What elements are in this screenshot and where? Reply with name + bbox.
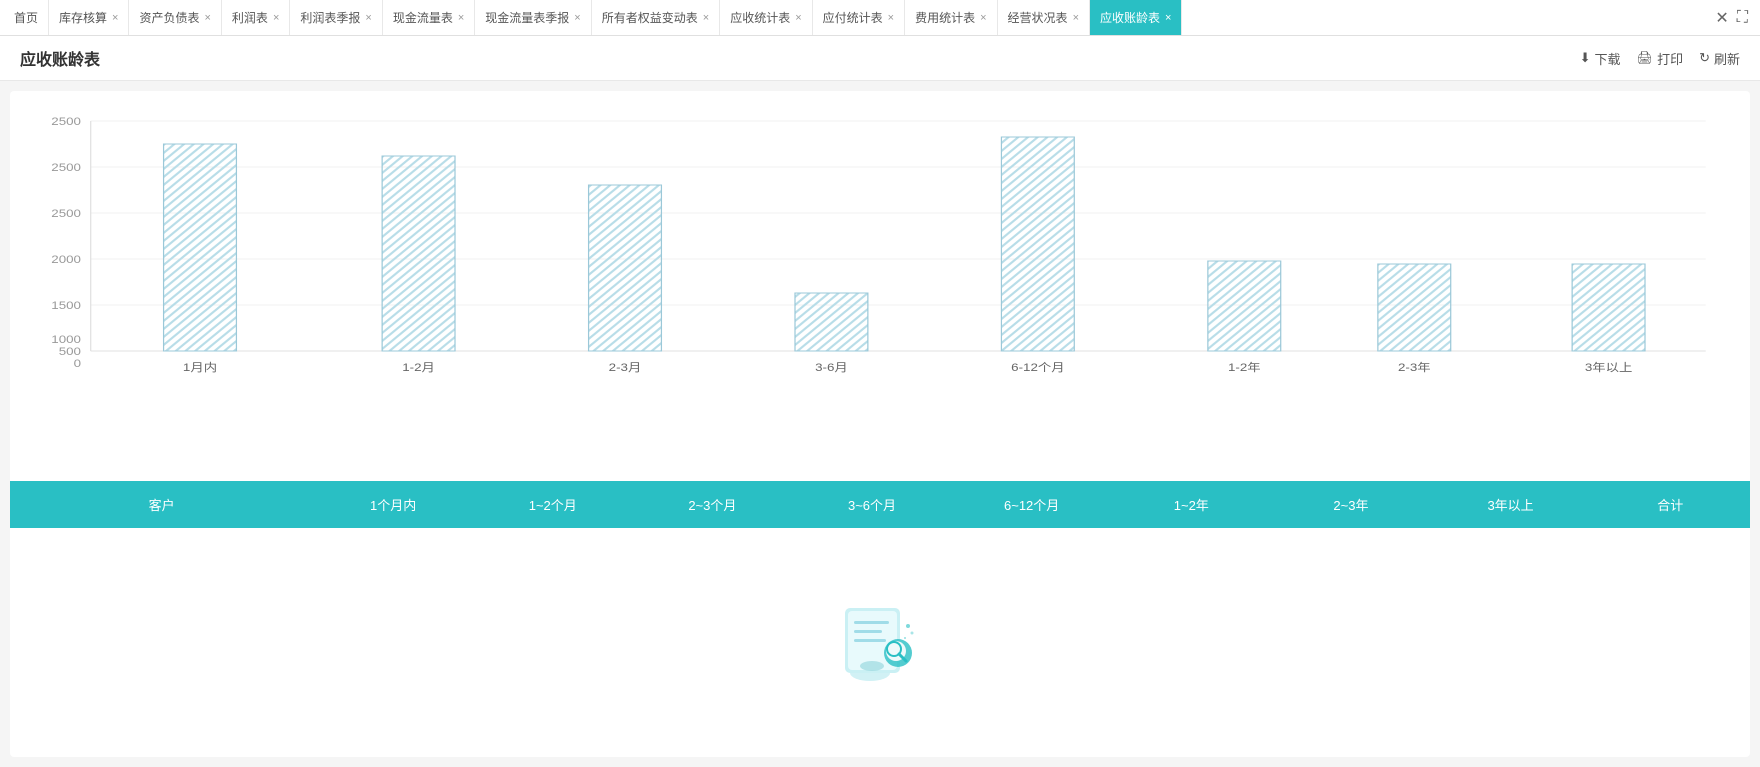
window-maximize-button[interactable]: ⛶	[1737, 9, 1748, 27]
empty-document-icon	[830, 588, 930, 688]
main-content: 2500 2500 2500 2000 1500 1000 500 0	[10, 91, 1750, 757]
tab-cashflow[interactable]: 现金流量表 ×	[383, 0, 475, 36]
bar-chart: 2500 2500 2500 2000 1500 1000 500 0	[30, 111, 1730, 391]
svg-text:2-3月: 2-3月	[609, 361, 642, 374]
tab-close-ar-stat[interactable]: ×	[795, 12, 801, 24]
tab-close-cashflow-quarterly[interactable]: ×	[574, 12, 580, 24]
svg-text:500: 500	[59, 345, 81, 358]
tab-close-equity[interactable]: ×	[703, 12, 709, 24]
tab-close-cashflow[interactable]: ×	[458, 12, 464, 24]
tab-close-inventory[interactable]: ×	[112, 12, 118, 24]
window-close-button[interactable]: ✕	[1715, 8, 1728, 28]
svg-text:2500: 2500	[51, 207, 81, 220]
tab-close-profit[interactable]: ×	[273, 12, 279, 24]
tab-home[interactable]: 首页	[4, 0, 49, 36]
tab-close-ap-stat[interactable]: ×	[888, 12, 894, 24]
window-controls: ✕ ⛶	[1707, 8, 1756, 28]
empty-icon	[830, 588, 930, 707]
page-header: 应收账龄表 ⬇ 下载 🖨 打印 ↻ 刷新	[0, 36, 1760, 81]
header-actions: ⬇ 下载 🖨 打印 ↻ 刷新	[1580, 49, 1740, 68]
th-customer: 客户	[10, 481, 313, 528]
th-3-6month: 3~6个月	[792, 481, 952, 528]
th-2-3month: 2~3个月	[633, 481, 793, 528]
th-3plus-year: 3年以上	[1431, 481, 1591, 528]
tab-close-ops-status[interactable]: ×	[1073, 12, 1079, 24]
chart-area: 2500 2500 2500 2000 1500 1000 500 0	[10, 91, 1750, 481]
svg-text:6-12个月: 6-12个月	[1011, 361, 1064, 374]
tab-close-balance[interactable]: ×	[204, 12, 210, 24]
th-1month: 1个月内	[313, 481, 473, 528]
tab-close-expense-stat[interactable]: ×	[980, 12, 986, 24]
tab-close-profit-quarterly[interactable]: ×	[365, 12, 371, 24]
refresh-button[interactable]: ↻ 刷新	[1699, 49, 1740, 68]
tab-bar: 首页 库存核算 × 资产负债表 × 利润表 × 利润表季报 × 现金流量表 × …	[0, 0, 1760, 36]
svg-text:1-2月: 1-2月	[402, 361, 435, 374]
tab-equity[interactable]: 所有者权益变动表 ×	[592, 0, 720, 36]
tab-profit-quarterly[interactable]: 利润表季报 ×	[290, 0, 382, 36]
tab-ops-status[interactable]: 经营状况表 ×	[998, 0, 1090, 36]
empty-state	[10, 528, 1750, 757]
table-header: 客户 1个月内 1~2个月 2~3个月 3~6个月 6~12个月 1~2年 2~…	[10, 481, 1750, 528]
download-button[interactable]: ⬇ 下载	[1580, 49, 1621, 68]
tab-ar-aging[interactable]: 应收账龄表 ×	[1090, 0, 1182, 36]
svg-text:1000: 1000	[51, 333, 81, 346]
svg-text:1-2年: 1-2年	[1228, 361, 1261, 374]
refresh-icon: ↻	[1699, 50, 1710, 66]
tab-expense-stat[interactable]: 费用统计表 ×	[905, 0, 997, 36]
svg-text:2500: 2500	[51, 161, 81, 174]
th-2-3year: 2~3年	[1271, 481, 1431, 528]
tab-cashflow-quarterly[interactable]: 现金流量表季报 ×	[475, 0, 591, 36]
tab-inventory[interactable]: 库存核算 ×	[49, 0, 129, 36]
tab-profit[interactable]: 利润表 ×	[222, 0, 290, 36]
th-total: 合计	[1590, 481, 1750, 528]
svg-text:1月内: 1月内	[183, 361, 217, 374]
tab-ap-stat[interactable]: 应付统计表 ×	[813, 0, 905, 36]
svg-text:2-3年: 2-3年	[1398, 361, 1431, 374]
page-title: 应收账龄表	[20, 46, 100, 70]
th-6-12month: 6~12个月	[952, 481, 1112, 528]
print-icon: 🖨	[1637, 50, 1654, 66]
svg-text:3年以上: 3年以上	[1585, 361, 1632, 374]
svg-text:0: 0	[74, 357, 82, 370]
th-1-2month: 1~2个月	[473, 481, 633, 528]
svg-text:1500: 1500	[51, 299, 81, 312]
svg-text:3-6月: 3-6月	[815, 361, 848, 374]
print-button[interactable]: 🖨 打印	[1637, 49, 1684, 68]
svg-text:2000: 2000	[51, 253, 81, 266]
tab-balance[interactable]: 资产负债表 ×	[129, 0, 221, 36]
tab-close-ar-aging[interactable]: ×	[1165, 12, 1171, 24]
svg-text:2500: 2500	[51, 115, 81, 128]
tab-ar-stat[interactable]: 应收统计表 ×	[720, 0, 812, 36]
download-icon: ⬇	[1580, 50, 1591, 66]
th-1-2year: 1~2年	[1111, 481, 1271, 528]
